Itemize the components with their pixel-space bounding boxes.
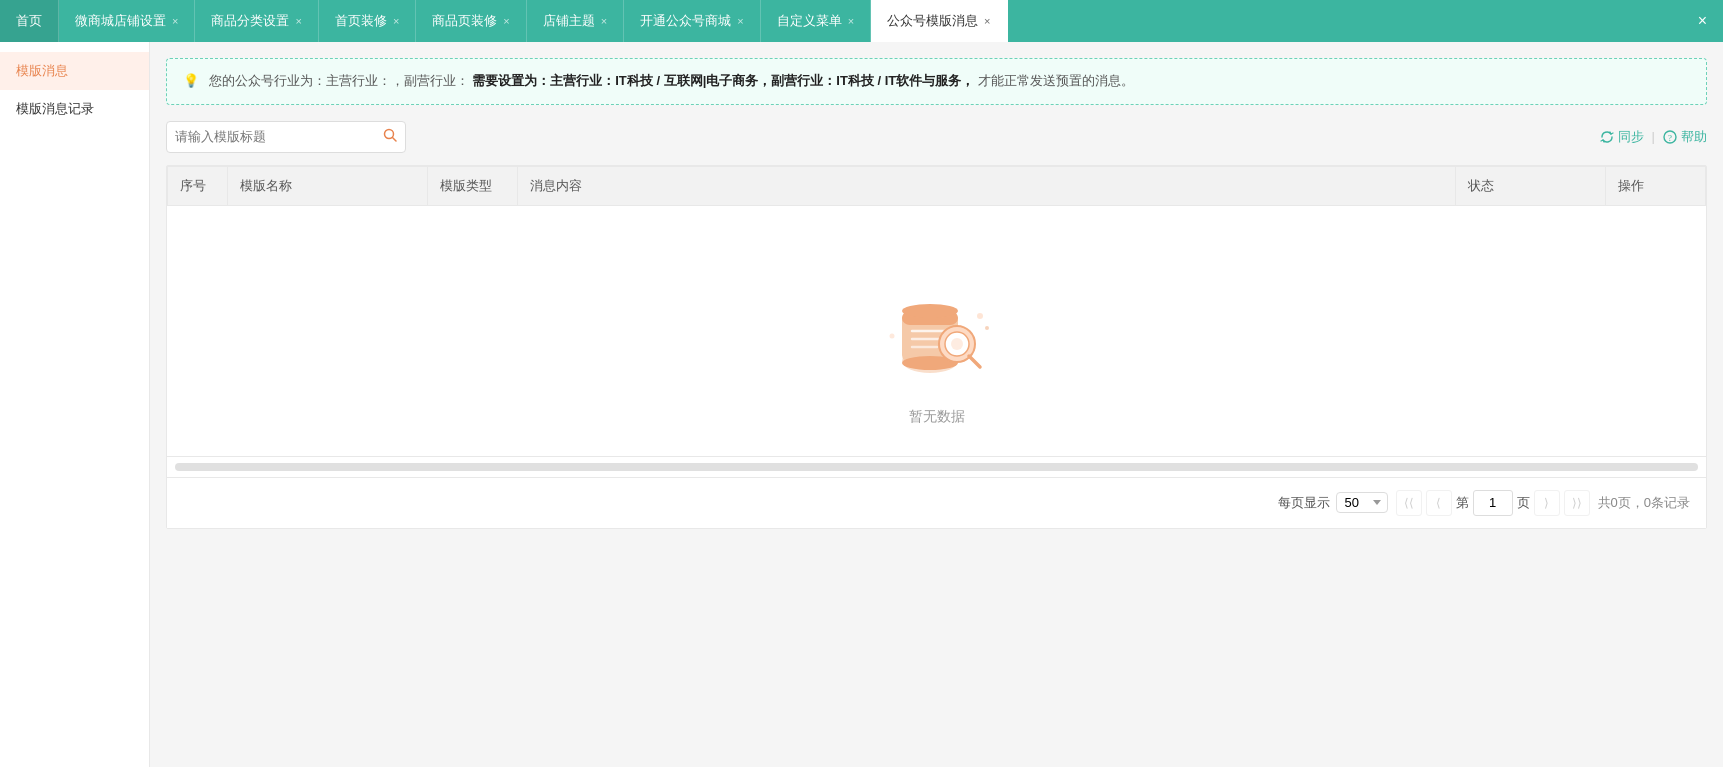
data-table-wrapper: 序号模版名称模版类型消息内容状态操作 [166,165,1707,529]
svg-line-1 [393,138,397,142]
next-page-button[interactable]: ⟩ [1534,490,1560,516]
prev-page-icon: ⟨ [1436,496,1441,510]
page-label-prefix: 第 [1456,494,1469,512]
tab-item-2[interactable]: 商品分类设置 × [195,0,318,42]
tab-item-5[interactable]: 店铺主题 × [527,0,624,42]
tab-item-3[interactable]: 首页装修 × [319,0,416,42]
sync-button[interactable]: 同步 [1600,128,1644,146]
next-page-icon: ⟩ [1544,496,1549,510]
tab-close-3[interactable]: × [393,15,399,27]
svg-text:?: ? [1668,133,1672,143]
data-table: 序号模版名称模版类型消息内容状态操作 [167,166,1706,206]
col-header-3: 消息内容 [518,166,1456,205]
last-page-button[interactable]: ⟩⟩ [1564,490,1590,516]
tab-close-6[interactable]: × [737,15,743,27]
tab-close-5[interactable]: × [601,15,607,27]
help-button[interactable]: ? 帮助 [1663,128,1707,146]
col-header-4: 状态 [1456,166,1606,205]
tab-close-2[interactable]: × [295,15,301,27]
pagination-bar: 每页显示 10 20 50 100 ⟨⟨ ⟨ 第 [167,477,1706,528]
tab-close-8[interactable]: × [984,15,990,27]
notice-icon: 💡 [183,73,199,88]
page-label-suffix: 页 [1517,494,1530,512]
svg-point-16 [977,313,983,319]
tab-label-2: 商品分类设置 [211,12,289,30]
first-page-icon: ⟨⟨ [1404,496,1414,510]
content-area: 💡 您的公众号行业为：主营行业：，副营行业： 需要设置为：主营行业：IT科技 /… [150,42,1723,767]
tab-item-4[interactable]: 商品页装修 × [416,0,526,42]
global-close-button[interactable]: × [1682,12,1723,30]
empty-state: 暂无数据 [167,206,1706,456]
tab-item-6[interactable]: 开通公众号商城 × [624,0,760,42]
notice-banner: 💡 您的公众号行业为：主营行业：，副营行业： 需要设置为：主营行业：IT科技 /… [166,58,1707,105]
search-input[interactable] [175,129,383,144]
tab-item-8[interactable]: 公众号模版消息 × [871,0,1007,42]
per-page-label: 每页显示 [1278,494,1330,512]
col-header-1: 模版名称 [228,166,428,205]
search-icon[interactable] [383,128,397,145]
svg-point-17 [985,326,989,330]
toolbar-right: 同步 | ? 帮助 [1600,128,1707,146]
tab-bar: 首页微商城店铺设置×商品分类设置×首页装修×商品页装修×店铺主题×开通公众号商城… [0,0,1723,42]
col-header-5: 操作 [1606,166,1706,205]
toolbar-divider: | [1652,129,1655,144]
notice-prefix: 您的公众号行业为：主营行业：，副营行业： [209,73,469,88]
tab-item-7[interactable]: 自定义菜单 × [761,0,871,42]
total-text: 共0页，0条记录 [1598,494,1690,512]
prev-page-button[interactable]: ⟨ [1426,490,1452,516]
tab-label-1: 微商城店铺设置 [75,12,166,30]
notice-suffix: 才能正常发送预置的消息。 [978,73,1134,88]
col-header-0: 序号 [168,166,228,205]
tab-label-5: 店铺主题 [543,12,595,30]
sidebar-item-1[interactable]: 模版消息记录 [0,90,149,128]
svg-point-15 [951,338,963,350]
tab-label-3: 首页装修 [335,12,387,30]
tab-item-1[interactable]: 微商城店铺设置 × [59,0,195,42]
main-layout: 模版消息模版消息记录 💡 您的公众号行业为：主营行业：，副营行业： 需要设置为：… [0,42,1723,767]
help-icon: ? [1663,130,1677,144]
tab-close-4[interactable]: × [503,15,509,27]
first-page-button[interactable]: ⟨⟨ [1396,490,1422,516]
empty-illustration [167,266,1706,396]
tab-label-8: 公众号模版消息 [887,12,978,30]
last-page-icon: ⟩⟩ [1572,496,1582,510]
tab-label-4: 商品页装修 [432,12,497,30]
sync-label: 同步 [1618,128,1644,146]
sidebar-item-0[interactable]: 模版消息 [0,52,149,90]
search-input-wrap[interactable] [166,121,406,153]
svg-point-18 [889,333,894,338]
empty-text: 暂无数据 [167,408,1706,426]
sidebar: 模版消息模版消息记录 [0,42,150,767]
horizontal-scrollbar[interactable] [175,463,1698,471]
col-header-2: 模版类型 [428,166,518,205]
notice-highlight: 需要设置为：主营行业：IT科技 / 互联网|电子商务，副营行业：IT科技 / I… [472,73,974,88]
svg-line-14 [969,356,980,367]
pagination-nav: ⟨⟨ ⟨ 第 页 ⟩ ⟩⟩ [1396,490,1590,516]
svg-point-7 [902,304,958,318]
sync-icon [1600,130,1614,144]
tab-close-7[interactable]: × [848,15,854,27]
search-bar: 同步 | ? 帮助 [166,121,1707,153]
tab-label-6: 开通公众号商城 [640,12,731,30]
per-page-select[interactable]: 10 20 50 100 [1336,492,1388,513]
per-page-wrap: 每页显示 10 20 50 100 [1278,492,1388,513]
tab-label-0: 首页 [16,12,42,30]
page-input[interactable] [1473,490,1513,516]
tab-item-0[interactable]: 首页 [0,0,59,42]
tab-label-7: 自定义菜单 [777,12,842,30]
tab-close-1[interactable]: × [172,15,178,27]
help-label: 帮助 [1681,128,1707,146]
